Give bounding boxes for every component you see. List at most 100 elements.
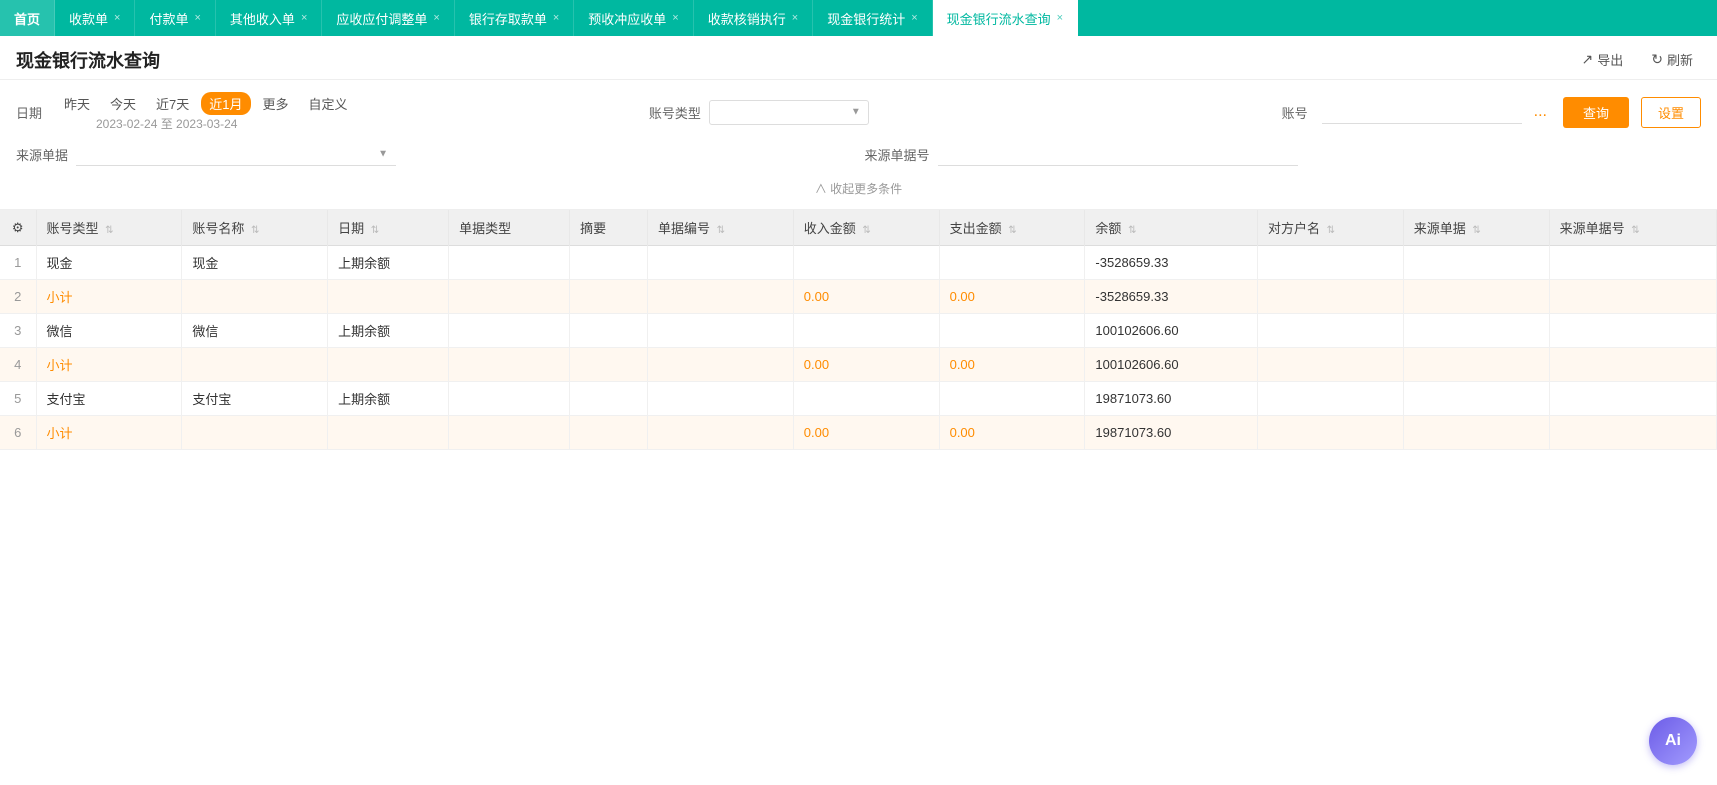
col-income[interactable]: 收入金额 ⇅	[793, 210, 939, 246]
close-icon[interactable]: ×	[672, 12, 678, 24]
cell-doc-type	[449, 382, 570, 416]
close-icon[interactable]: ×	[301, 12, 307, 24]
source-doc-select[interactable]	[76, 142, 396, 166]
shortcut-7days[interactable]: 近7天	[148, 92, 197, 115]
cell-doc-no	[647, 348, 793, 382]
col-expense[interactable]: 支出金额 ⇅	[939, 210, 1085, 246]
close-icon[interactable]: ×	[911, 12, 917, 24]
shortcut-today[interactable]: 今天	[102, 92, 144, 115]
cell-balance: 100102606.60	[1085, 314, 1258, 348]
sort-icon-source-doc: ⇅	[1472, 225, 1480, 236]
query-button[interactable]: 查询	[1563, 97, 1629, 128]
nav-tab-shoukuan[interactable]: 收款单 ×	[55, 0, 135, 36]
col-account-type[interactable]: 账号类型 ⇅	[36, 210, 182, 246]
col-source-doc[interactable]: 来源单据 ⇅	[1403, 210, 1549, 246]
cell-doc-type	[449, 280, 570, 314]
refresh-button[interactable]: ↻ 刷新	[1643, 46, 1701, 73]
nav-tab-xianjinyinhang[interactable]: 现金银行统计 ×	[813, 0, 932, 36]
nav-tab-yinhangcunqu[interactable]: 银行存取款单 ×	[455, 0, 574, 36]
cell-doc-no	[647, 246, 793, 280]
page-header: 现金银行流水查询 ↗ 导出 ↻ 刷新	[0, 36, 1717, 80]
sort-icon-expense: ⇅	[1008, 225, 1016, 236]
account-input[interactable]	[1322, 100, 1522, 124]
close-icon[interactable]: ×	[553, 12, 559, 24]
cell-counter-party	[1257, 246, 1403, 280]
account-dots-button[interactable]: ...	[1530, 103, 1551, 121]
ai-assistant-badge[interactable]: Ai	[1649, 717, 1697, 765]
settings-button[interactable]: 设置	[1641, 97, 1701, 128]
col-doc-no[interactable]: 单据编号 ⇅	[647, 210, 793, 246]
nav-tab-liushui-active[interactable]: 现金银行流水查询 ×	[933, 0, 1078, 36]
table-row: 3 微信 微信 上期余额 100102606.60	[0, 314, 1717, 348]
cell-summary	[570, 280, 648, 314]
sort-icon-source-doc-no: ⇅	[1631, 225, 1639, 236]
col-counter-party[interactable]: 对方户名 ⇅	[1257, 210, 1403, 246]
cell-expense: 0.00	[939, 348, 1085, 382]
cell-account-name: 支付宝	[182, 382, 328, 416]
col-source-doc-no[interactable]: 来源单据号 ⇅	[1549, 210, 1716, 246]
cell-source-doc-no	[1549, 348, 1716, 382]
account-type-select[interactable]	[709, 100, 869, 125]
nav-tab-yushouchong[interactable]: 预收冲应收单 ×	[574, 0, 693, 36]
cell-balance: -3528659.33	[1085, 280, 1258, 314]
account-type-select-wrapper	[709, 100, 869, 125]
col-date[interactable]: 日期 ⇅	[328, 210, 449, 246]
collapse-bar[interactable]: ∧ 收起更多条件	[16, 176, 1701, 201]
col-summary[interactable]: 摘要	[570, 210, 648, 246]
source-doc-no-section: 来源单据号	[865, 142, 1702, 166]
table-row: 2 小计 0.00 0.00 -3528659.33	[0, 280, 1717, 314]
close-icon[interactable]: ×	[792, 12, 798, 24]
cell-date	[328, 348, 449, 382]
cell-income: 0.00	[793, 280, 939, 314]
col-doc-type[interactable]: 单据类型	[449, 210, 570, 246]
account-section: 账号 ...	[1282, 100, 1551, 124]
cell-expense: 0.00	[939, 280, 1085, 314]
cell-account-name	[182, 416, 328, 450]
shortcut-1month[interactable]: 近1月	[201, 92, 250, 115]
cell-row-num: 1	[0, 246, 36, 280]
close-icon[interactable]: ×	[1057, 12, 1063, 24]
col-account-name[interactable]: 账号名称 ⇅	[182, 210, 328, 246]
account-type-label: 账号类型	[649, 103, 701, 122]
col-source-doc-no-label: 来源单据号	[1560, 221, 1625, 236]
cell-doc-no	[647, 314, 793, 348]
nav-tab-fukuan[interactable]: 付款单 ×	[135, 0, 215, 36]
nav-tab-yingshouyingfu[interactable]: 应收应付调整单 ×	[322, 0, 454, 36]
cell-source-doc-no	[1549, 280, 1716, 314]
close-icon[interactable]: ×	[114, 12, 120, 24]
nav-tab-shoukuanhexiao[interactable]: 收款核销执行 ×	[694, 0, 813, 36]
cell-row-num: 4	[0, 348, 36, 382]
col-counter-party-label: 对方户名	[1268, 221, 1320, 236]
export-button[interactable]: ↗ 导出	[1574, 46, 1632, 73]
table-row: 6 小计 0.00 0.00 19871073.60	[0, 416, 1717, 450]
cell-date	[328, 416, 449, 450]
cell-balance: 100102606.60	[1085, 348, 1258, 382]
top-nav: 首页 收款单 × 付款单 × 其他收入单 × 应收应付调整单 × 银行存取款单 …	[0, 0, 1717, 36]
cell-date: 上期余额	[328, 314, 449, 348]
cell-counter-party	[1257, 382, 1403, 416]
cell-source-doc	[1403, 280, 1549, 314]
cell-date: 上期余额	[328, 382, 449, 416]
cell-source-doc	[1403, 246, 1549, 280]
page-wrapper: 现金银行流水查询 ↗ 导出 ↻ 刷新 日期 昨天 今天 近7天	[0, 36, 1717, 785]
cell-expense	[939, 382, 1085, 416]
shortcut-yesterday[interactable]: 昨天	[56, 92, 98, 115]
col-settings[interactable]: ⚙	[0, 210, 36, 246]
nav-tab-qitashouru[interactable]: 其他收入单 ×	[216, 0, 322, 36]
shortcut-more[interactable]: 更多	[255, 92, 297, 115]
close-icon[interactable]: ×	[194, 12, 200, 24]
shortcut-custom[interactable]: 自定义	[301, 92, 356, 115]
cell-source-doc-no	[1549, 314, 1716, 348]
table-wrapper: ⚙ 账号类型 ⇅ 账号名称 ⇅ 日期 ⇅ 单据类型	[0, 210, 1717, 450]
close-icon[interactable]: ×	[433, 12, 439, 24]
account-label: 账号	[1282, 103, 1314, 122]
table-row: 1 现金 现金 上期余额 -3528659.33	[0, 246, 1717, 280]
cell-expense	[939, 314, 1085, 348]
col-balance[interactable]: 余额 ⇅	[1085, 210, 1258, 246]
nav-home[interactable]: 首页	[0, 0, 55, 36]
cell-source-doc-no	[1549, 382, 1716, 416]
data-table: ⚙ 账号类型 ⇅ 账号名称 ⇅ 日期 ⇅ 单据类型	[0, 210, 1717, 450]
table-header-row: ⚙ 账号类型 ⇅ 账号名称 ⇅ 日期 ⇅ 单据类型	[0, 210, 1717, 246]
source-doc-no-input[interactable]	[938, 142, 1298, 166]
sort-icon-date: ⇅	[371, 225, 379, 236]
